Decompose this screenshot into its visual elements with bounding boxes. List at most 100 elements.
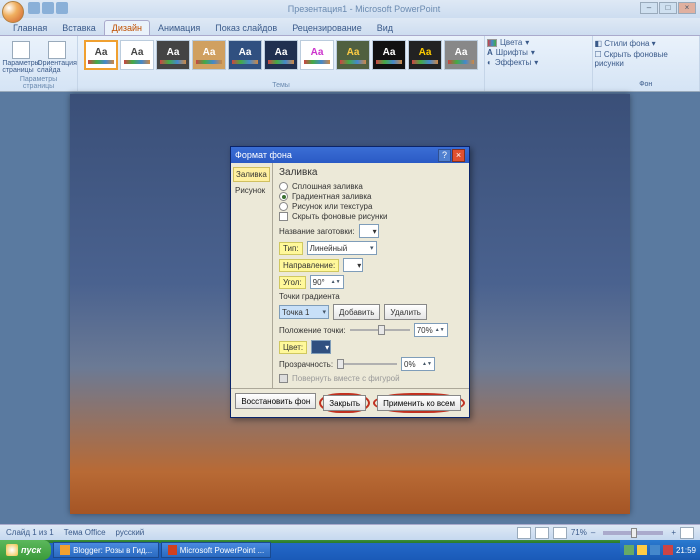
dialog-help-button[interactable]: ? xyxy=(438,149,451,162)
tab-slideshow[interactable]: Показ слайдов xyxy=(208,21,284,35)
theme-thumb[interactable]: Aa xyxy=(264,40,298,70)
close-button[interactable]: × xyxy=(678,2,696,14)
radio-solid[interactable] xyxy=(279,182,288,191)
tray-icon[interactable] xyxy=(624,545,634,555)
start-button[interactable]: пуск xyxy=(0,540,51,560)
theme-thumb[interactable]: Aa xyxy=(408,40,442,70)
theme-thumb[interactable]: Aa xyxy=(156,40,190,70)
format-background-dialog: Формат фона ? × Заливка Рисунок Заливка … xyxy=(230,146,470,418)
remove-stop-button[interactable]: Удалить xyxy=(384,304,427,320)
taskbar: пуск Blogger: Розы в Гид... Microsoft Po… xyxy=(0,540,700,560)
radio-picture[interactable] xyxy=(279,202,288,211)
group-theme-options: Цвета ▾ AШрифты ▾ ◐Эффекты ▾ xyxy=(485,36,593,91)
slideshow-view-button[interactable] xyxy=(553,527,567,539)
zoom-value[interactable]: 71% xyxy=(571,528,587,537)
angle-spinner[interactable]: 90°▲▼ xyxy=(310,275,344,289)
theme-thumb[interactable]: Aa xyxy=(300,40,334,70)
group-themes: Aa Aa Aa Aa Aa Aa Aa Aa Aa Aa Aa Темы xyxy=(78,36,485,91)
tray-icon[interactable] xyxy=(663,545,673,555)
color-dropdown[interactable]: ▾ xyxy=(311,340,331,354)
tray-icon[interactable] xyxy=(650,545,660,555)
theme-effects-button[interactable]: ◐Эффекты ▾ xyxy=(487,58,590,67)
zoom-slider[interactable] xyxy=(603,531,663,535)
blogger-icon xyxy=(60,545,70,555)
orientation-button[interactable]: Ориентация слайда xyxy=(40,38,74,76)
nav-picture[interactable]: Рисунок xyxy=(233,184,270,197)
theme-fonts-button[interactable]: AШрифты ▾ xyxy=(487,48,590,57)
page-setup-button[interactable]: Параметры страницы xyxy=(4,38,38,76)
bg-styles-button[interactable]: ◧ Стили фона ▾ xyxy=(595,39,698,48)
theme-colors-button[interactable]: Цвета ▾ xyxy=(487,38,590,47)
stop-dropdown[interactable]: Точка 1▾ xyxy=(279,305,329,319)
position-spinner[interactable]: 70%▲▼ xyxy=(414,323,448,337)
apply-all-button[interactable]: Применить ко всем xyxy=(377,395,461,411)
preset-dropdown[interactable]: ▾ xyxy=(359,224,379,238)
slide-counter: Слайд 1 из 1 xyxy=(6,528,54,537)
panel-header: Заливка xyxy=(279,167,463,178)
hide-bg-checkbox[interactable]: ☐ Скрыть фоновые рисунки xyxy=(595,50,698,68)
language[interactable]: русский xyxy=(116,528,145,537)
tab-review[interactable]: Рецензирование xyxy=(285,21,369,35)
tab-animation[interactable]: Анимация xyxy=(151,21,207,35)
zoom-out-button[interactable]: – xyxy=(591,528,595,537)
check-rotate xyxy=(279,374,288,383)
dialog-titlebar[interactable]: Формат фона ? × xyxy=(231,147,469,163)
windows-icon xyxy=(6,544,18,556)
label-color: Цвет: xyxy=(279,341,307,354)
dialog-nav: Заливка Рисунок xyxy=(231,163,273,388)
theme-thumb[interactable]: Aa xyxy=(336,40,370,70)
group-page-setup: Параметры страницы Ориентация слайда Пар… xyxy=(0,36,78,91)
ribbon: Параметры страницы Ориентация слайда Пар… xyxy=(0,36,700,92)
theme-thumb[interactable]: Aa xyxy=(444,40,478,70)
qat-save-icon[interactable] xyxy=(28,2,40,14)
normal-view-button[interactable] xyxy=(517,527,531,539)
dialog-close-button[interactable]: × xyxy=(452,149,465,162)
theme-thumb[interactable]: Aa xyxy=(228,40,262,70)
quick-access-toolbar xyxy=(28,2,68,14)
dialog-footer: Восстановить фон Закрыть Применить ко вс… xyxy=(231,388,469,417)
system-tray[interactable]: 21:59 xyxy=(620,540,700,560)
powerpoint-icon xyxy=(168,545,177,555)
zoom-in-button[interactable]: + xyxy=(671,528,676,537)
theme-thumb[interactable]: Aa xyxy=(192,40,226,70)
close-dialog-button[interactable]: Закрыть xyxy=(323,395,366,411)
tray-icon[interactable] xyxy=(637,545,647,555)
dialog-title: Формат фона xyxy=(235,150,438,160)
office-button[interactable] xyxy=(2,1,24,23)
title-bar: Презентация1 - Microsoft PowerPoint – □ … xyxy=(0,0,700,18)
position-slider[interactable] xyxy=(350,324,410,336)
tab-view[interactable]: Вид xyxy=(370,21,400,35)
taskbar-item[interactable]: Blogger: Розы в Гид... xyxy=(53,542,159,558)
theme-thumb[interactable]: Aa xyxy=(120,40,154,70)
check-hide-bg[interactable] xyxy=(279,212,288,221)
status-bar: Слайд 1 из 1 Тема Office русский 71% – + xyxy=(0,524,700,540)
direction-dropdown[interactable]: ▾ xyxy=(343,258,363,272)
tab-home[interactable]: Главная xyxy=(6,21,54,35)
maximize-button[interactable]: □ xyxy=(659,2,677,14)
stops-label: Точки градиента xyxy=(279,292,463,301)
dialog-panel: Заливка Сплошная заливка Градиентная зал… xyxy=(273,163,469,388)
radio-gradient[interactable] xyxy=(279,192,288,201)
sorter-view-button[interactable] xyxy=(535,527,549,539)
tab-insert[interactable]: Вставка xyxy=(55,21,102,35)
reset-button[interactable]: Восстановить фон xyxy=(235,393,316,409)
fit-button[interactable] xyxy=(680,527,694,539)
taskbar-item[interactable]: Microsoft PowerPoint ... xyxy=(161,542,271,558)
group-background: ◧ Стили фона ▾ ☐ Скрыть фоновые рисунки … xyxy=(593,36,700,91)
window-title: Презентация1 - Microsoft PowerPoint xyxy=(288,4,440,14)
theme-thumb[interactable]: Aa xyxy=(84,40,118,70)
label-direction: Направление: xyxy=(279,259,339,272)
theme-thumb[interactable]: Aa xyxy=(372,40,406,70)
label-type: Тип: xyxy=(279,242,303,255)
tab-design[interactable]: Дизайн xyxy=(104,20,150,35)
qat-undo-icon[interactable] xyxy=(42,2,54,14)
transparency-spinner[interactable]: 0%▲▼ xyxy=(401,357,435,371)
minimize-button[interactable]: – xyxy=(640,2,658,14)
add-stop-button[interactable]: Добавить xyxy=(333,304,380,320)
qat-redo-icon[interactable] xyxy=(56,2,68,14)
ribbon-tabs: Главная Вставка Дизайн Анимация Показ сл… xyxy=(0,18,700,36)
type-dropdown[interactable]: Линейный▾ xyxy=(307,241,377,255)
clock[interactable]: 21:59 xyxy=(676,546,696,555)
transparency-slider[interactable] xyxy=(337,358,397,370)
nav-fill[interactable]: Заливка xyxy=(233,167,270,182)
